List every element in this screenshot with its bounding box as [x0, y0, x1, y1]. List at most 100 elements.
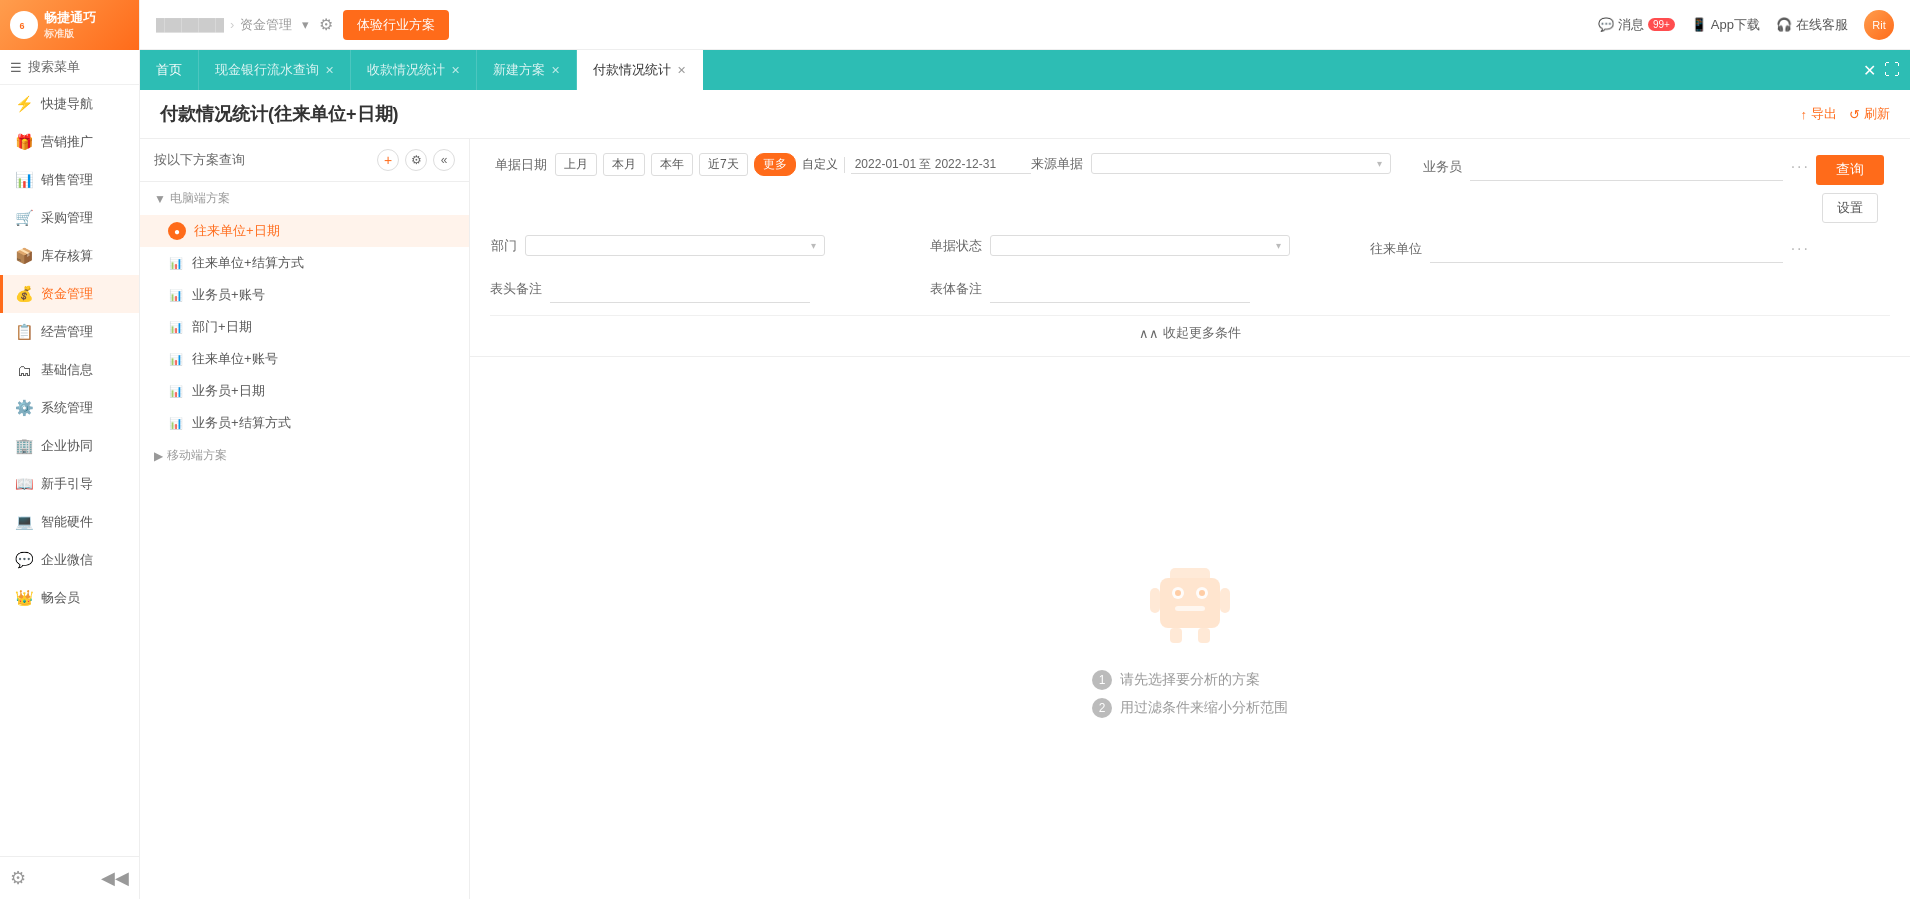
right-panel: 单据日期 上月 本月 本年 近7天 更多 自定义 [470, 139, 1910, 899]
date-btn-more[interactable]: 更多 [754, 153, 796, 176]
source-arrow-icon: ▾ [1377, 158, 1382, 169]
breadcrumb: ████████ › 资金管理 [156, 16, 292, 34]
scheme-item-staff-account[interactable]: 📊 业务员+账号 [140, 279, 469, 311]
mobile-group-label: 移动端方案 [167, 447, 227, 464]
sidebar-item-hardware[interactable]: 💻 智能硬件 [0, 503, 139, 541]
settings-button[interactable]: 设置 [1822, 193, 1878, 223]
empty-tip-2: 2 用过滤条件来缩小分析范围 [1092, 698, 1288, 718]
body-note-input[interactable] [990, 275, 1250, 303]
tab-payment[interactable]: 付款情况统计 ✕ [577, 50, 703, 90]
sidebar-item-system[interactable]: ⚙️ 系统管理 [0, 389, 139, 427]
partner-dots-btn[interactable]: ··· [1791, 240, 1810, 258]
empty-tip-1: 1 请先选择要分析的方案 [1092, 670, 1288, 690]
unit-settle-label: 往来单位+结算方式 [192, 254, 304, 272]
app-download-btn[interactable]: 📱 App下载 [1691, 16, 1760, 34]
messages-btn[interactable]: 💬 消息 99+ [1598, 16, 1675, 34]
scheme-item-staff-settle[interactable]: 📊 业务员+结算方式 [140, 407, 469, 439]
refresh-btn[interactable]: ↺ 刷新 [1849, 105, 1890, 123]
scheme-item-unit-account[interactable]: 📊 往来单位+账号 [140, 343, 469, 375]
sidebar-item-enterprise[interactable]: 🏢 企业协同 [0, 427, 139, 465]
export-icon: ↑ [1801, 107, 1808, 122]
online-service-label: 在线客服 [1796, 16, 1848, 34]
tab-receipt[interactable]: 收款情况统计 ✕ [351, 50, 477, 90]
sidebar-item-wechat[interactable]: 💬 企业微信 [0, 541, 139, 579]
refresh-icon: ↺ [1849, 107, 1860, 122]
wechat-icon: 💬 [15, 551, 33, 569]
sidebar: 6 畅捷通巧 标准版 ☰ 搜索菜单 ⚡ 快捷导航 🎁 营销推广 📊 销售管理 🛒… [0, 0, 140, 899]
fullscreen-icon[interactable]: ⛶ [1884, 61, 1900, 79]
tab-new-plan[interactable]: 新建方案 ✕ [477, 50, 577, 90]
page-title: 付款情况统计(往来单位+日期) [160, 102, 399, 126]
svg-point-7 [1199, 590, 1205, 596]
date-btn-this-year[interactable]: 本年 [651, 153, 693, 176]
sidebar-header: 6 畅捷通巧 标准版 [0, 0, 139, 50]
source-select[interactable]: ▾ [1091, 153, 1391, 174]
collapse-plan-btn[interactable]: « [433, 149, 455, 171]
tab-home[interactable]: 首页 [140, 50, 199, 90]
new-plan-tab-close[interactable]: ✕ [551, 64, 560, 77]
sidebar-item-vip[interactable]: 👑 畅会员 [0, 579, 139, 617]
sidebar-item-operation[interactable]: 📋 经营管理 [0, 313, 139, 351]
body-note-label: 表体备注 [930, 280, 990, 298]
sidebar-item-marketing[interactable]: 🎁 营销推广 [0, 123, 139, 161]
query-button[interactable]: 查询 [1816, 155, 1884, 185]
trial-btn[interactable]: 体验行业方案 [343, 10, 449, 40]
scheme-item-dept-date[interactable]: 📊 部门+日期 [140, 311, 469, 343]
header-note-label: 表头备注 [490, 280, 550, 298]
sidebar-item-basic[interactable]: 🗂 基础信息 [0, 351, 139, 389]
add-plan-btn[interactable]: + [377, 149, 399, 171]
unit-date-label: 往来单位+日期 [194, 222, 280, 240]
collapse-btn[interactable]: ∧∧ 收起更多条件 [1139, 324, 1241, 342]
search-icon: ☰ [10, 60, 22, 75]
scheme-item-unit-date[interactable]: ● 往来单位+日期 [140, 215, 469, 247]
settings-icon[interactable]: ⚙ [319, 15, 333, 34]
desktop-group-header[interactable]: ▼ 电脑端方案 [140, 182, 469, 215]
export-btn[interactable]: ↑ 导出 [1801, 105, 1838, 123]
chevron-down-icon[interactable]: ▾ [302, 17, 309, 32]
staff-label: 业务员 [1420, 158, 1470, 176]
sidebar-item-guide[interactable]: 📖 新手引导 [0, 465, 139, 503]
bank-tab-close[interactable]: ✕ [325, 64, 334, 77]
online-service-btn[interactable]: 🎧 在线客服 [1776, 16, 1848, 34]
staff-input[interactable] [1470, 153, 1782, 181]
dept-select[interactable]: ▾ [525, 235, 825, 256]
sidebar-footer: ⚙ ◀◀ [0, 856, 139, 899]
unit-date-icon: ● [168, 222, 186, 240]
date-btn-last-7[interactable]: 近7天 [699, 153, 748, 176]
payment-tab-close[interactable]: ✕ [677, 64, 686, 77]
sidebar-item-sales[interactable]: 📊 销售管理 [0, 161, 139, 199]
collapse-sidebar-icon[interactable]: ◀◀ [101, 867, 129, 889]
empty-tips: 1 请先选择要分析的方案 2 用过滤条件来缩小分析范围 [1092, 670, 1288, 718]
sidebar-item-capital[interactable]: 💰 资金管理 [0, 275, 139, 313]
svg-point-6 [1175, 590, 1181, 596]
staff-account-icon: 📊 [168, 287, 184, 303]
header-note-input[interactable] [550, 275, 810, 303]
scheme-item-unit-settle[interactable]: 📊 往来单位+结算方式 [140, 247, 469, 279]
user-avatar[interactable]: Rit [1864, 10, 1894, 40]
form-row-1: 单据日期 上月 本月 本年 近7天 更多 自定义 [490, 153, 1890, 223]
date-field: 单据日期 上月 本月 本年 近7天 更多 自定义 [490, 153, 1031, 176]
export-label: 导出 [1811, 105, 1837, 123]
settings-gear-icon[interactable]: ⚙ [10, 867, 26, 889]
mobile-group-header[interactable]: ▶ 移动端方案 [140, 439, 469, 472]
scheme-item-staff-date[interactable]: 📊 业务员+日期 [140, 375, 469, 407]
sidebar-item-inventory[interactable]: 📦 库存核算 [0, 237, 139, 275]
date-range-input[interactable] [851, 155, 1031, 174]
partner-input[interactable] [1430, 235, 1783, 263]
avatar-text: Rit [1872, 19, 1885, 31]
date-custom-label[interactable]: 自定义 [802, 156, 838, 173]
date-btn-this-month[interactable]: 本月 [603, 153, 645, 176]
doc-status-select[interactable]: ▾ [990, 235, 1290, 256]
receipt-tab-close[interactable]: ✕ [451, 64, 460, 77]
staff-dots-btn[interactable]: ··· [1791, 158, 1810, 176]
close-all-tabs-icon[interactable]: ✕ [1863, 61, 1876, 80]
staff-settle-icon: 📊 [168, 415, 184, 431]
sidebar-item-quick-nav[interactable]: ⚡ 快捷导航 [0, 85, 139, 123]
plan-settings-btn[interactable]: ⚙ [405, 149, 427, 171]
collapse-label: 收起更多条件 [1163, 324, 1241, 342]
sidebar-search[interactable]: ☰ 搜索菜单 [0, 50, 139, 85]
date-btn-last-month[interactable]: 上月 [555, 153, 597, 176]
sidebar-item-purchase[interactable]: 🛒 采购管理 [0, 199, 139, 237]
tab-bank[interactable]: 现金银行流水查询 ✕ [199, 50, 351, 90]
topbar-left: ████████ › 资金管理 ▾ ⚙ 体验行业方案 [156, 10, 449, 40]
